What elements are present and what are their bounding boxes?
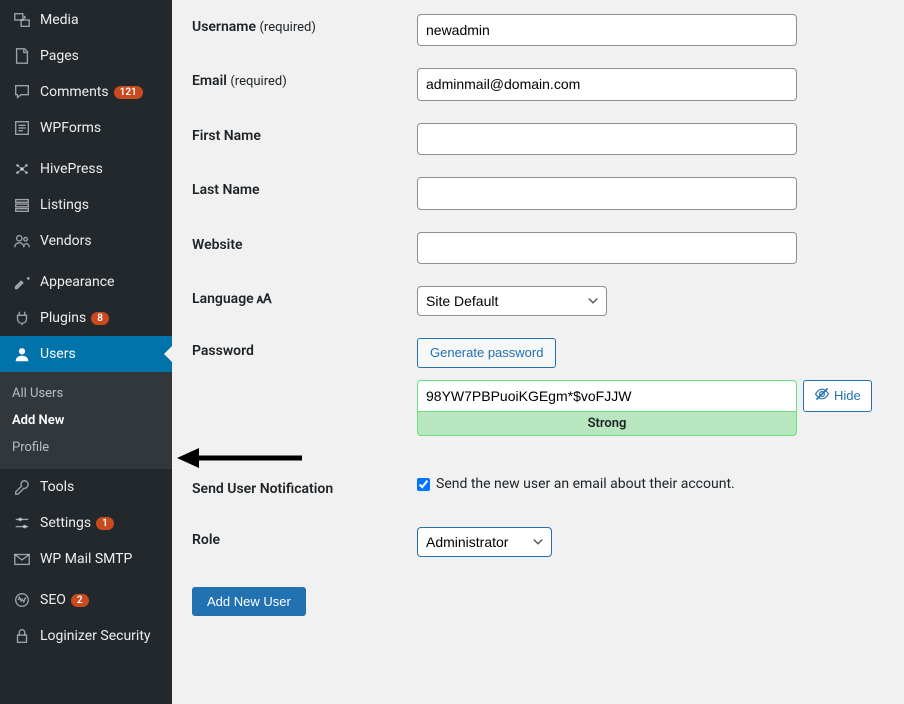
- sidebar-item-label: Vendors: [40, 233, 92, 249]
- users-submenu: All Users Add New Profile: [0, 372, 172, 469]
- mail-icon: [12, 549, 32, 569]
- sidebar-item-loginizer[interactable]: Loginizer Security: [0, 618, 172, 654]
- role-select[interactable]: Administrator: [417, 527, 552, 557]
- sidebar-item-label: HivePress: [40, 161, 103, 177]
- appearance-icon: [12, 272, 32, 292]
- username-label: Username (required): [192, 14, 417, 35]
- hide-password-button[interactable]: Hide: [803, 380, 872, 412]
- sidebar-item-label: Comments: [40, 84, 109, 100]
- sidebar-item-listings[interactable]: Listings: [0, 187, 172, 223]
- notification-checkbox[interactable]: [417, 478, 430, 491]
- sidebar-item-wpmail[interactable]: WP Mail SMTP: [0, 541, 172, 577]
- user-icon: [12, 344, 32, 364]
- sidebar-item-vendors[interactable]: Vendors: [0, 223, 172, 259]
- comments-badge: 121: [114, 86, 143, 99]
- sidebar-item-label: WPForms: [40, 120, 101, 136]
- first-name-label: First Name: [192, 123, 417, 144]
- last-name-input[interactable]: [417, 177, 797, 209]
- settings-icon: [12, 513, 32, 533]
- sidebar-item-settings[interactable]: Settings 1: [0, 505, 172, 541]
- first-name-input[interactable]: [417, 123, 797, 155]
- sidebar-item-tools[interactable]: Tools: [0, 469, 172, 505]
- sidebar-item-label: Pages: [40, 48, 79, 64]
- add-new-user-button[interactable]: Add New User: [192, 587, 306, 616]
- lock-icon: [12, 626, 32, 646]
- language-label: Language🗚: [192, 286, 417, 307]
- plugins-badge: 8: [91, 312, 109, 325]
- sidebar-item-hivepress[interactable]: HivePress: [0, 151, 172, 187]
- website-label: Website: [192, 232, 417, 253]
- media-icon: [12, 10, 32, 30]
- annotation-arrow: [177, 443, 307, 473]
- email-input[interactable]: [417, 68, 797, 100]
- website-input[interactable]: [417, 232, 797, 264]
- password-input[interactable]: [417, 380, 797, 411]
- sidebar-item-label: Tools: [40, 479, 74, 495]
- sidebar-item-comments[interactable]: Comments 121: [0, 74, 172, 110]
- translate-icon: 🗚: [257, 292, 272, 307]
- sidebar-item-media[interactable]: Media: [0, 2, 172, 38]
- notification-label: Send User Notification: [192, 476, 417, 497]
- email-label: Email (required): [192, 68, 417, 89]
- hive-icon: [12, 159, 32, 179]
- submenu-profile[interactable]: Profile: [0, 434, 172, 461]
- settings-badge: 1: [96, 517, 114, 530]
- admin-sidebar: Media Pages Comments 121 WPForms HivePre…: [0, 0, 172, 704]
- sidebar-item-label: Listings: [40, 197, 89, 213]
- comment-icon: [12, 82, 32, 102]
- form-icon: [12, 118, 32, 138]
- generate-password-button[interactable]: Generate password: [417, 338, 556, 368]
- password-label: Password: [192, 338, 417, 359]
- notification-text: Send the new user an email about their a…: [436, 476, 735, 492]
- main-content: Username (required) Email (required) Fir…: [172, 0, 904, 704]
- seo-badge: 2: [71, 594, 89, 607]
- eye-slash-icon: [814, 386, 830, 405]
- sidebar-item-plugins[interactable]: Plugins 8: [0, 300, 172, 336]
- sidebar-item-label: Plugins: [40, 310, 86, 326]
- list-icon: [12, 195, 32, 215]
- vendor-icon: [12, 231, 32, 251]
- submenu-all-users[interactable]: All Users: [0, 380, 172, 407]
- submenu-add-new[interactable]: Add New: [0, 407, 172, 434]
- sidebar-item-wpforms[interactable]: WPForms: [0, 110, 172, 146]
- sidebar-item-label: Appearance: [40, 274, 114, 290]
- sidebar-item-label: SEO: [40, 592, 66, 608]
- sidebar-item-label: Media: [40, 12, 79, 28]
- sidebar-item-seo[interactable]: SEO 2: [0, 582, 172, 618]
- language-select[interactable]: Site Default: [417, 286, 607, 316]
- username-input[interactable]: [417, 14, 797, 46]
- last-name-label: Last Name: [192, 177, 417, 198]
- sidebar-item-appearance[interactable]: Appearance: [0, 264, 172, 300]
- seo-icon: [12, 590, 32, 610]
- sidebar-item-users[interactable]: Users: [0, 336, 172, 372]
- tools-icon: [12, 477, 32, 497]
- sidebar-item-label: WP Mail SMTP: [40, 551, 132, 567]
- sidebar-item-label: Settings: [40, 515, 91, 531]
- sidebar-item-label: Users: [40, 346, 76, 362]
- sidebar-item-pages[interactable]: Pages: [0, 38, 172, 74]
- password-strength: Strong: [417, 411, 797, 436]
- role-label: Role: [192, 527, 417, 548]
- plugin-icon: [12, 308, 32, 328]
- page-icon: [12, 46, 32, 66]
- sidebar-item-label: Loginizer Security: [40, 628, 151, 644]
